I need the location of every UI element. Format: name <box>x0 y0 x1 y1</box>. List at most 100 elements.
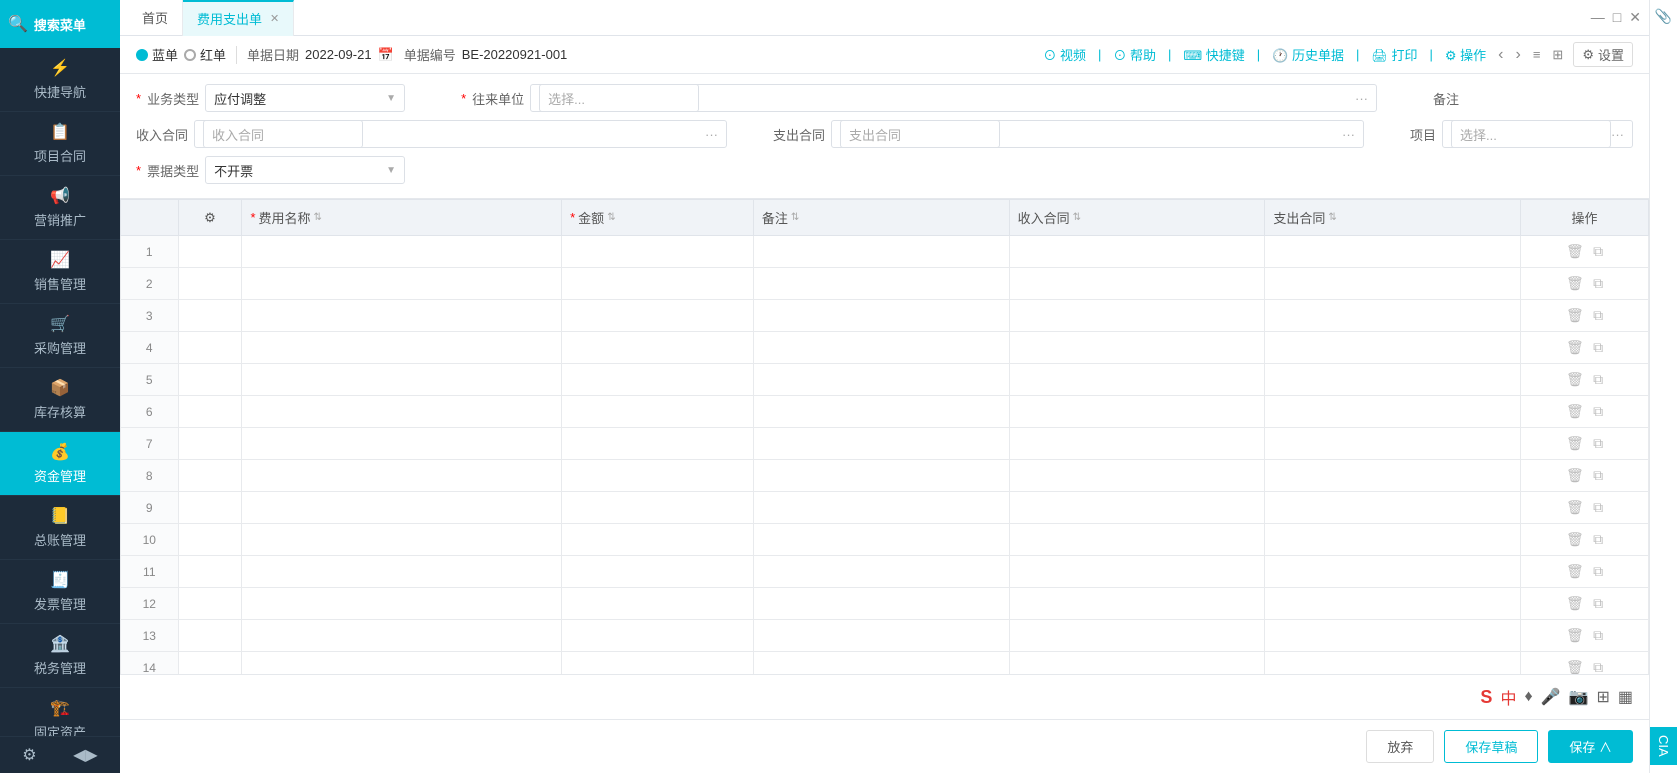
minimize-button[interactable]: — <box>1591 9 1605 26</box>
brand-s-icon[interactable]: S <box>1480 687 1492 708</box>
nav-prev-btn[interactable]: ‹ <box>1498 46 1503 64</box>
table-row[interactable]: 3 🗑 ⧉ <box>121 300 1649 332</box>
copy-icon[interactable]: ⧉ <box>1593 531 1603 547</box>
table-row[interactable]: 12 🗑 ⧉ <box>121 588 1649 620</box>
delete-icon[interactable]: 🗑 <box>1566 531 1584 547</box>
row-income[interactable] <box>1009 268 1265 300</box>
sidebar-item-capital[interactable]: 💰 资金管理 <box>0 432 120 496</box>
table-row[interactable]: 11 🗑 ⧉ <box>121 556 1649 588</box>
expense-contract-input[interactable]: 支出合同 ··· <box>831 120 1364 148</box>
maximize-button[interactable]: □ <box>1613 9 1621 26</box>
row-amount[interactable] <box>562 428 754 460</box>
row-remark[interactable] <box>753 620 1009 652</box>
row-amount[interactable] <box>562 524 754 556</box>
table-row[interactable]: 1 🗑 ⧉ <box>121 236 1649 268</box>
table-row[interactable]: 9 🗑 ⧉ <box>121 492 1649 524</box>
row-income[interactable] <box>1009 524 1265 556</box>
table-row[interactable]: 7 🗑 ⧉ <box>121 428 1649 460</box>
row-income[interactable] <box>1009 556 1265 588</box>
row-remark[interactable] <box>753 492 1009 524</box>
copy-icon[interactable]: ⧉ <box>1593 467 1603 483</box>
income-dots[interactable]: ··· <box>705 127 718 142</box>
table-row[interactable]: 14 🗑 ⧉ <box>121 652 1649 675</box>
row-income[interactable] <box>1009 364 1265 396</box>
sidebar-item-quick-nav[interactable]: ⚡ 快捷导航 <box>0 48 120 112</box>
table-row[interactable]: 10 🗑 ⧉ <box>121 524 1649 556</box>
copy-icon[interactable]: ⧉ <box>1593 339 1603 355</box>
blue-radio[interactable]: 蓝单 <box>136 45 178 64</box>
row-remark[interactable] <box>753 268 1009 300</box>
row-income[interactable] <box>1009 588 1265 620</box>
col-income-header[interactable]: 收入合同 ⇅ <box>1009 200 1265 236</box>
tab-close-icon[interactable]: ✕ <box>270 12 279 25</box>
sidebar-item-invoice[interactable]: 🧾 发票管理 <box>0 560 120 624</box>
table-row[interactable]: 5 🗑 ⧉ <box>121 364 1649 396</box>
delete-icon[interactable]: 🗑 <box>1566 499 1584 515</box>
table-row[interactable]: 2 🗑 ⧉ <box>121 268 1649 300</box>
row-name[interactable] <box>242 332 562 364</box>
help-btn[interactable]: ⊙ 帮助 <box>1113 45 1156 64</box>
project-input[interactable]: 选择... ··· <box>1442 120 1633 148</box>
sidebar-item-purchase[interactable]: 🛒 采购管理 <box>0 304 120 368</box>
row-amount[interactable] <box>562 556 754 588</box>
copy-icon[interactable]: ⧉ <box>1593 499 1603 515</box>
delete-icon[interactable]: 🗑 <box>1566 243 1584 259</box>
table-row[interactable]: 6 🗑 ⧉ <box>121 396 1649 428</box>
row-expense[interactable] <box>1265 524 1521 556</box>
row-name[interactable] <box>242 300 562 332</box>
save-draft-button[interactable]: 保存草稿 <box>1444 730 1538 763</box>
sidebar-header[interactable]: 🔍 搜索菜单 <box>0 0 120 48</box>
sidebar-item-inventory[interactable]: 📦 库存核算 <box>0 368 120 432</box>
sidebar-item-ledger[interactable]: 📒 总账管理 <box>0 496 120 560</box>
col-remark-header[interactable]: 备注 ⇅ <box>753 200 1009 236</box>
row-name[interactable] <box>242 364 562 396</box>
row-expense[interactable] <box>1265 396 1521 428</box>
setting-button[interactable]: ⚙ 设置 <box>1573 42 1633 67</box>
delete-icon[interactable]: 🗑 <box>1566 371 1584 387</box>
diamond-icon[interactable]: ♦ <box>1524 688 1532 706</box>
row-expense[interactable] <box>1265 652 1521 675</box>
delete-icon[interactable]: 🗑 <box>1566 467 1584 483</box>
close-button[interactable]: ✕ <box>1629 9 1641 26</box>
row-name[interactable] <box>242 524 562 556</box>
nav-next-btn[interactable]: › <box>1516 46 1521 64</box>
settings-icon[interactable]: ⚙ <box>22 745 36 765</box>
row-amount[interactable] <box>562 396 754 428</box>
table-icon[interactable]: ▦ <box>1618 687 1633 707</box>
row-name[interactable] <box>242 620 562 652</box>
row-amount[interactable] <box>562 460 754 492</box>
table-row[interactable]: 4 🗑 ⧉ <box>121 332 1649 364</box>
row-amount[interactable] <box>562 300 754 332</box>
attachment-icon[interactable]: 📎 <box>1655 8 1672 25</box>
row-amount[interactable] <box>562 620 754 652</box>
tab-home[interactable]: 首页 <box>128 0 183 36</box>
counterpart-dots[interactable]: ··· <box>1355 91 1368 106</box>
row-expense[interactable] <box>1265 300 1521 332</box>
row-amount[interactable] <box>562 332 754 364</box>
delete-icon[interactable]: 🗑 <box>1566 435 1584 451</box>
invoice-type-input[interactable]: 不开票 ▼ <box>205 156 405 184</box>
copy-icon[interactable]: ⧉ <box>1593 275 1603 291</box>
sidebar-item-sales[interactable]: 📈 销售管理 <box>0 240 120 304</box>
view-grid-btn[interactable]: ⊞ <box>1552 47 1563 63</box>
expense-dots[interactable]: ··· <box>1342 127 1355 142</box>
row-expense[interactable] <box>1265 556 1521 588</box>
row-name[interactable] <box>242 236 562 268</box>
row-amount[interactable] <box>562 268 754 300</box>
sidebar-item-project-contract[interactable]: 📋 项目合同 <box>0 112 120 176</box>
delete-icon[interactable]: 🗑 <box>1566 627 1584 643</box>
sidebar-item-marketing[interactable]: 📢 营销推广 <box>0 176 120 240</box>
right-panel-green-btn[interactable]: CIA <box>1650 727 1677 765</box>
row-income[interactable] <box>1009 492 1265 524</box>
row-remark[interactable] <box>753 524 1009 556</box>
row-income[interactable] <box>1009 236 1265 268</box>
copy-icon[interactable]: ⧉ <box>1593 371 1603 387</box>
row-expense[interactable] <box>1265 460 1521 492</box>
row-name[interactable] <box>242 428 562 460</box>
history-btn[interactable]: 🕐 历史单据 <box>1272 45 1344 64</box>
mic-icon[interactable]: 🎤 <box>1541 687 1561 707</box>
row-income[interactable] <box>1009 332 1265 364</box>
row-income[interactable] <box>1009 620 1265 652</box>
row-remark[interactable] <box>753 460 1009 492</box>
sidebar-item-assets[interactable]: 🏗️ 固定资产 <box>0 688 120 736</box>
